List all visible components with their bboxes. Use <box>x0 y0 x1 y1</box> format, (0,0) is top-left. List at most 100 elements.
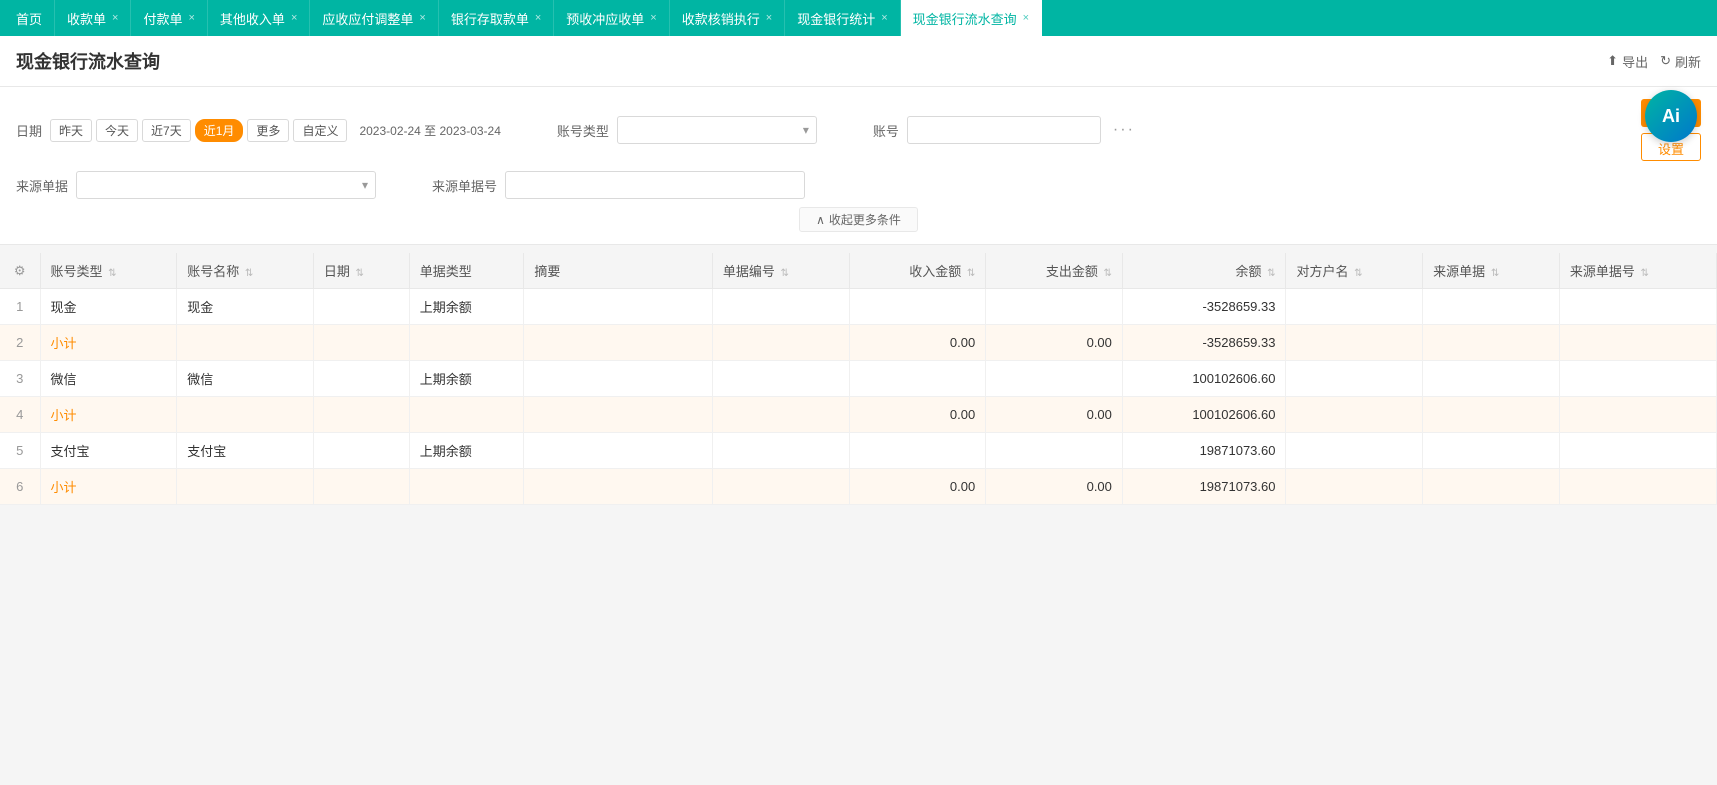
more-options-icon[interactable]: ··· <box>1109 121 1139 139</box>
account-type-filter: 账号类型 <box>557 116 817 144</box>
cell-income <box>849 433 986 469</box>
col-date[interactable]: 日期 ⇅ <box>313 253 409 289</box>
col-expense[interactable]: 支出金额 ⇅ <box>986 253 1123 289</box>
nav-receipt[interactable]: 收款单 × <box>55 0 131 36</box>
cell-doc-type: 上期余额 <box>409 289 524 325</box>
filter-row-2: 来源单据 来源单据号 <box>16 171 1701 199</box>
date-yesterday[interactable]: 昨天 <box>50 119 92 142</box>
col-account-type[interactable]: 账号类型 ⇅ <box>40 253 177 289</box>
col-counterparty[interactable]: 对方户名 ⇅ <box>1286 253 1423 289</box>
source-doc-label: 来源单据 <box>16 176 68 195</box>
col-income[interactable]: 收入金额 ⇅ <box>849 253 986 289</box>
header-actions: ⬆ 导出 ↻ 刷新 <box>1607 52 1701 71</box>
table-row[interactable]: 5 支付宝 支付宝 上期余额 19871073.60 <box>0 433 1717 469</box>
filter-area: 日期 昨天 今天 近7天 近1月 更多 自定义 2023-02-24 至 202… <box>0 87 1717 245</box>
table-row[interactable]: 6 小计 0.00 0.00 19871073.60 <box>0 469 1717 505</box>
sort-icon: ⇅ <box>1267 268 1275 279</box>
cell-date <box>313 289 409 325</box>
cell-account-name: 微信 <box>177 361 314 397</box>
source-doc-no-filter: 来源单据号 <box>432 171 805 199</box>
cell-date <box>313 325 409 361</box>
cell-source-doc-no <box>1559 361 1716 397</box>
table-row[interactable]: 2 小计 0.00 0.00 -3528659.33 <box>0 325 1717 361</box>
row-number: 5 <box>0 433 40 469</box>
sort-icon: ⇅ <box>245 268 253 279</box>
close-icon[interactable]: × <box>881 12 887 24</box>
nav-bank-deposit[interactable]: 银行存取款单 × <box>439 0 554 36</box>
nav-prepay-offset[interactable]: 预收冲应收单 × <box>554 0 669 36</box>
date-1month[interactable]: 近1月 <box>195 119 244 142</box>
nav-cash-flow-query[interactable]: 现金银行流水查询 × <box>901 0 1042 36</box>
date-today[interactable]: 今天 <box>96 119 138 142</box>
col-doc-no[interactable]: 单据编号 ⇅ <box>712 253 849 289</box>
cell-date <box>313 397 409 433</box>
sort-icon: ⇅ <box>1641 268 1649 279</box>
cell-counterparty <box>1286 397 1423 433</box>
date-range-display: 2023-02-24 至 2023-03-24 <box>359 122 500 139</box>
cell-account-name: 支付宝 <box>177 433 314 469</box>
close-icon[interactable]: × <box>1023 12 1029 24</box>
sort-icon: ⇅ <box>108 268 116 279</box>
close-icon[interactable]: × <box>650 12 656 24</box>
table-row[interactable]: 1 现金 现金 上期余额 -3528659.33 <box>0 289 1717 325</box>
export-icon: ⬆ <box>1607 53 1618 69</box>
date-buttons: 昨天 今天 近7天 近1月 更多 自定义 <box>50 119 347 142</box>
cell-counterparty <box>1286 469 1423 505</box>
source-doc-select-wrapper <box>76 171 376 199</box>
cell-doc-no <box>712 289 849 325</box>
cell-income <box>849 361 986 397</box>
page-header: 现金银行流水查询 ⬆ 导出 ↻ 刷新 <box>0 36 1717 87</box>
cell-expense: 0.00 <box>986 469 1123 505</box>
cell-expense <box>986 361 1123 397</box>
settings-gear-icon[interactable]: ⚙ <box>14 263 26 278</box>
account-type-select[interactable] <box>617 116 817 144</box>
cell-source-doc-no <box>1559 289 1716 325</box>
nav-payment[interactable]: 付款单 × <box>131 0 207 36</box>
cell-account-type: 小计 <box>40 469 177 505</box>
cell-counterparty <box>1286 433 1423 469</box>
cell-expense: 0.00 <box>986 397 1123 433</box>
col-balance[interactable]: 余额 ⇅ <box>1122 253 1286 289</box>
nav-home[interactable]: 首页 <box>4 0 55 36</box>
export-button[interactable]: ⬆ 导出 <box>1607 52 1648 71</box>
cell-source-doc-no <box>1559 469 1716 505</box>
nav-cash-stats[interactable]: 现金银行统计 × <box>785 0 900 36</box>
close-icon[interactable]: × <box>766 12 772 24</box>
refresh-button[interactable]: ↻ 刷新 <box>1660 52 1701 71</box>
close-icon[interactable]: × <box>535 12 541 24</box>
cell-expense <box>986 433 1123 469</box>
col-gear: ⚙ <box>0 253 40 289</box>
close-icon[interactable]: × <box>112 12 118 24</box>
cell-expense: 0.00 <box>986 325 1123 361</box>
col-source-doc-no[interactable]: 来源单据号 ⇅ <box>1559 253 1716 289</box>
account-type-label: 账号类型 <box>557 121 609 140</box>
account-type-select-wrapper <box>617 116 817 144</box>
ai-assistant-button[interactable]: Ai <box>1645 90 1697 142</box>
nav-ar-ap-adjust[interactable]: 应收应付调整单 × <box>310 0 438 36</box>
table-body: 1 现金 现金 上期余额 -3528659.33 2 小计 0.00 0.00 … <box>0 289 1717 505</box>
close-icon[interactable]: × <box>188 12 194 24</box>
table-row[interactable]: 4 小计 0.00 0.00 100102606.60 <box>0 397 1717 433</box>
cell-summary <box>524 325 712 361</box>
cell-balance: 19871073.60 <box>1122 433 1286 469</box>
nav-collection-exec[interactable]: 收款核销执行 × <box>670 0 785 36</box>
table-row[interactable]: 3 微信 微信 上期余额 100102606.60 <box>0 361 1717 397</box>
close-icon[interactable]: × <box>419 12 425 24</box>
date-7days[interactable]: 近7天 <box>142 119 191 142</box>
account-input[interactable] <box>907 116 1101 144</box>
collapse-button[interactable]: ∧ 收起更多条件 <box>799 207 918 232</box>
source-doc-select[interactable] <box>76 171 376 199</box>
col-account-name[interactable]: 账号名称 ⇅ <box>177 253 314 289</box>
cell-source-doc <box>1423 469 1560 505</box>
table-header-row: ⚙ 账号类型 ⇅ 账号名称 ⇅ 日期 ⇅ 单据类型 摘要 <box>0 253 1717 289</box>
date-custom[interactable]: 自定义 <box>293 119 347 142</box>
col-source-doc[interactable]: 来源单据 ⇅ <box>1423 253 1560 289</box>
cell-date <box>313 361 409 397</box>
cell-balance: -3528659.33 <box>1122 325 1286 361</box>
source-doc-no-input[interactable] <box>505 171 805 199</box>
cell-doc-no <box>712 361 849 397</box>
close-icon[interactable]: × <box>291 12 297 24</box>
nav-other-income[interactable]: 其他收入单 × <box>208 0 310 36</box>
cell-summary <box>524 361 712 397</box>
date-more[interactable]: 更多 <box>247 119 289 142</box>
